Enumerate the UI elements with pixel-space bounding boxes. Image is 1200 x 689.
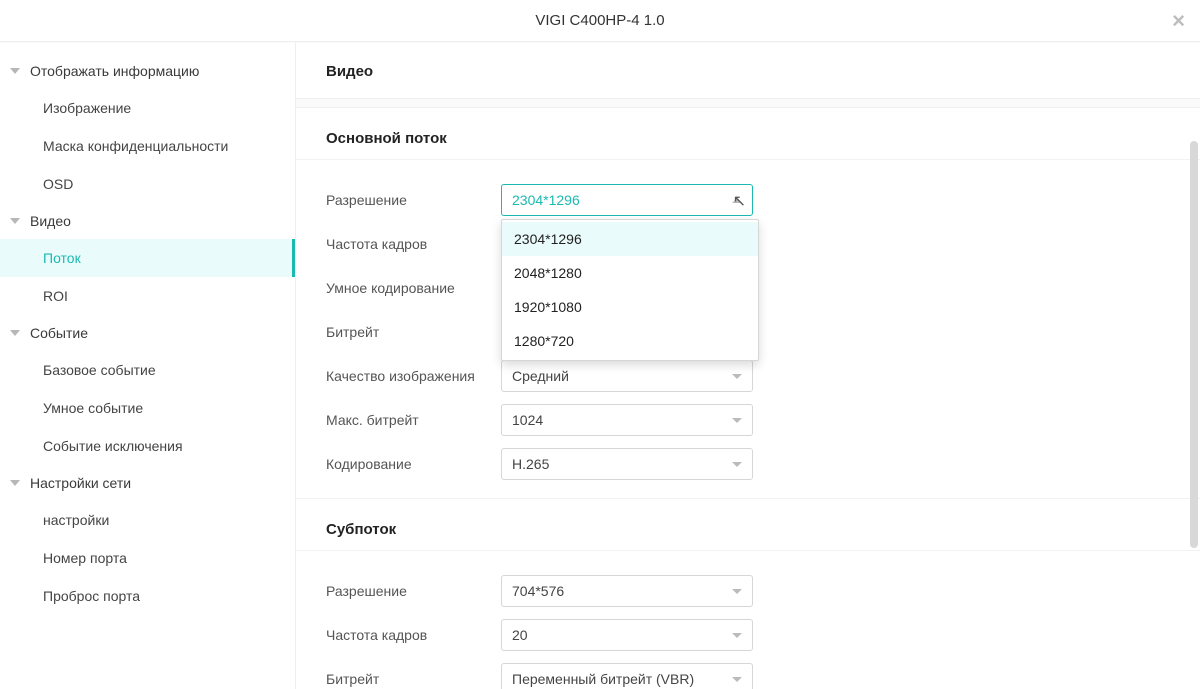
nav-group-label: Отображать информацию [30, 63, 199, 79]
nav-group-label: Настройки сети [30, 475, 131, 491]
select-quality-main[interactable]: Средний [501, 360, 753, 392]
option-resolution[interactable]: 2048*1280 [502, 256, 758, 290]
sidebar-item-stream[interactable]: Поток [0, 239, 295, 277]
label-resolution: Разрешение [326, 192, 501, 208]
sidebar-item-osd[interactable]: OSD [0, 165, 295, 203]
chevron-down-icon [732, 418, 742, 423]
chevron-down-icon [732, 462, 742, 467]
app-window: VIGI C400HP-4 1.0 × Отображать информаци… [0, 0, 1200, 689]
scrollbar-thumb[interactable] [1190, 141, 1198, 548]
nav-group-label: Видео [30, 213, 71, 229]
sub-stream-form: Разрешение 704*576 Частота кадров 20 [296, 551, 1200, 689]
chevron-up-icon [732, 198, 742, 203]
select-encoding-main[interactable]: H.265 [501, 448, 753, 480]
sub-stream-title: Субпоток [296, 499, 1200, 551]
label-resolution-sub: Разрешение [326, 583, 501, 599]
scrollbar[interactable] [1190, 141, 1198, 683]
nav-group-event[interactable]: Событие [0, 315, 295, 351]
chevron-down-icon [10, 480, 20, 486]
divider [296, 98, 1200, 108]
select-fps-sub[interactable]: 20 [501, 619, 753, 651]
select-value: Средний [512, 368, 569, 384]
chevron-down-icon [10, 218, 20, 224]
select-resolution-main[interactable]: 2304*1296 ↖ 2304*1296 2048*1280 1920*108… [501, 184, 753, 216]
nav-group-network[interactable]: Настройки сети [0, 465, 295, 501]
nav-group-video[interactable]: Видео [0, 203, 295, 239]
sidebar-item-image[interactable]: Изображение [0, 89, 295, 127]
chevron-down-icon [732, 374, 742, 379]
chevron-down-icon [10, 330, 20, 336]
sidebar-item-port[interactable]: Номер порта [0, 539, 295, 577]
label-bitrate: Битрейт [326, 324, 501, 340]
option-resolution[interactable]: 2304*1296 [502, 222, 758, 256]
sidebar-item-privacy-mask[interactable]: Маска конфиденциальности [0, 127, 295, 165]
nav-group-display-info[interactable]: Отображать информацию [0, 53, 295, 89]
label-fps-sub: Частота кадров [326, 627, 501, 643]
content: Видео Основной поток Разрешение 2304*129… [296, 43, 1200, 689]
select-value: H.265 [512, 456, 549, 472]
page-title: Видео [296, 43, 1200, 98]
label-smart-coding: Умное кодирование [326, 280, 501, 296]
sidebar-item-basic-event[interactable]: Базовое событие [0, 351, 295, 389]
chevron-down-icon [732, 677, 742, 682]
dropdown-resolution: 2304*1296 2048*1280 1920*1080 1280*720 [501, 219, 759, 361]
sidebar: Отображать информацию Изображение Маска … [0, 43, 296, 689]
select-value: 1024 [512, 412, 543, 428]
main-panel: Видео Основной поток Разрешение 2304*129… [296, 43, 1200, 689]
label-bitrate-sub: Битрейт [326, 671, 501, 687]
sidebar-item-port-forward[interactable]: Проброс порта [0, 577, 295, 615]
nav-group-label: Событие [30, 325, 88, 341]
label-fps: Частота кадров [326, 236, 501, 252]
select-max-bitrate-main[interactable]: 1024 [501, 404, 753, 436]
titlebar: VIGI C400HP-4 1.0 × [0, 0, 1200, 42]
label-quality: Качество изображения [326, 368, 501, 384]
chevron-down-icon [732, 589, 742, 594]
chevron-down-icon [10, 68, 20, 74]
sidebar-item-exception-event[interactable]: Событие исключения [0, 427, 295, 465]
close-icon[interactable]: × [1172, 10, 1185, 32]
select-bitrate-sub[interactable]: Переменный битрейт (VBR) [501, 663, 753, 689]
body: Отображать информацию Изображение Маска … [0, 42, 1200, 689]
window-title: VIGI C400HP-4 1.0 [535, 12, 664, 29]
select-value: 2304*1296 [512, 192, 580, 208]
label-max-bitrate: Макс. битрейт [326, 412, 501, 428]
main-stream-form: Разрешение 2304*1296 ↖ 2304*1296 2048*12… [296, 160, 1200, 499]
label-encoding: Кодирование [326, 456, 501, 472]
select-value: 20 [512, 627, 528, 643]
chevron-down-icon [732, 633, 742, 638]
select-value: Переменный битрейт (VBR) [512, 671, 694, 687]
option-resolution[interactable]: 1280*720 [502, 324, 758, 358]
select-value: 704*576 [512, 583, 564, 599]
select-resolution-sub[interactable]: 704*576 [501, 575, 753, 607]
sidebar-item-settings[interactable]: настройки [0, 501, 295, 539]
sidebar-item-smart-event[interactable]: Умное событие [0, 389, 295, 427]
main-stream-title: Основной поток [296, 108, 1200, 160]
sidebar-item-roi[interactable]: ROI [0, 277, 295, 315]
option-resolution[interactable]: 1920*1080 [502, 290, 758, 324]
